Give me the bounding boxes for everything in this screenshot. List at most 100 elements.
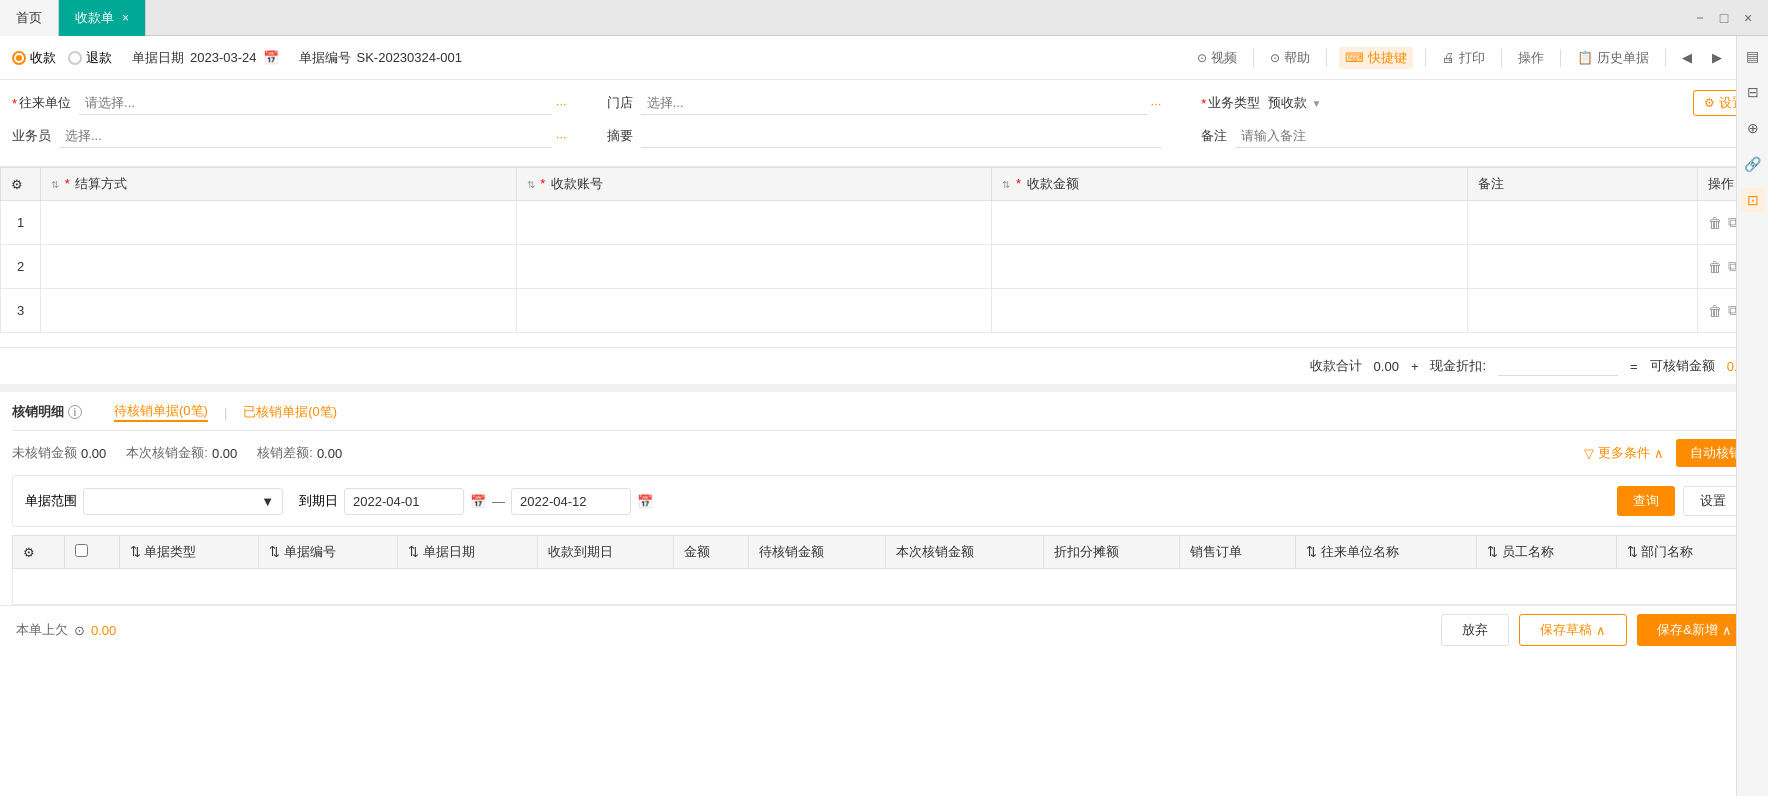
col-settlement-header: ⇅ * 结算方式 [41, 168, 517, 201]
help-btn[interactable]: ⊙ 帮助 [1266, 47, 1314, 69]
row-account-2[interactable] [516, 245, 992, 289]
row-amount-1[interactable] [992, 201, 1468, 245]
video-btn[interactable]: ⊙ 视频 [1193, 47, 1241, 69]
col-number-header: ⇅ 单据编号 [258, 536, 397, 569]
col-date-label: 单据日期 [423, 544, 475, 559]
filter-actions: 查询 设置 [1617, 486, 1743, 516]
col-settings[interactable]: ⚙ [1, 168, 41, 201]
tab-done[interactable]: 已核销单据(0笔) [243, 403, 337, 421]
summary-input[interactable] [641, 124, 1162, 148]
settings-icon-bottom: ⚙ [23, 545, 35, 560]
date-group: 到期日 📅 — 📅 [299, 488, 653, 515]
draft-btn[interactable]: 保存草稿 ∧ [1519, 614, 1627, 646]
col-staff-label: 员工名称 [1502, 544, 1554, 559]
row-account-3[interactable] [516, 289, 992, 333]
uncancelled-value: 0.00 [81, 446, 106, 461]
help-label: 帮助 [1284, 49, 1310, 67]
discount-input[interactable] [1498, 356, 1618, 376]
summary-row: 收款合计 0.00 + 现金折扣: = 可核销金额 0.00 [0, 347, 1768, 384]
calendar-to-icon[interactable]: 📅 [637, 494, 653, 509]
nav-prev-btn[interactable]: ◀ [1678, 48, 1696, 67]
row-settlement-3[interactable] [41, 289, 517, 333]
col-current-header: 本次核销金额 [886, 536, 1043, 569]
radio-shoukuan-label: 收款 [30, 49, 56, 67]
delete-icon-3[interactable]: 🗑 [1708, 303, 1722, 319]
shortcut-icon: ⌨ [1345, 50, 1364, 65]
biztype-chevron: ▼ [1311, 98, 1321, 109]
sort-icon3: ⇅ [1002, 179, 1010, 190]
store-input[interactable] [641, 91, 1147, 115]
shortcut-btn[interactable]: ⌨ 快捷键 [1339, 47, 1413, 69]
abandon-btn[interactable]: 放弃 [1441, 614, 1509, 646]
partner-input[interactable] [79, 91, 552, 115]
more-conditions-btn[interactable]: ▽ 更多条件 ∧ [1584, 444, 1664, 462]
biztype-select[interactable]: 预收款 ▼ [1268, 94, 1321, 112]
staff-more-icon[interactable]: ··· [556, 129, 567, 144]
col-action-label: 操作 [1708, 176, 1734, 191]
save-new-btn[interactable]: 保存&新增 ∧ [1637, 614, 1752, 646]
info-circle[interactable]: ⊙ [74, 623, 85, 638]
range-select[interactable]: ▼ [83, 488, 283, 515]
row-remark-3[interactable] [1468, 289, 1698, 333]
staff-input[interactable] [59, 124, 552, 148]
date-to-input[interactable] [511, 488, 631, 515]
query-btn[interactable]: 查询 [1617, 486, 1675, 516]
tab-pending[interactable]: 待核销单据(0笔) [114, 402, 208, 422]
divider6 [1665, 49, 1666, 67]
nav-next-btn[interactable]: ▶ [1708, 48, 1726, 67]
sidebar-icon-3[interactable]: ⊕ [1741, 116, 1765, 140]
partner-more-icon[interactable]: ··· [556, 96, 567, 111]
delete-icon-2[interactable]: 🗑 [1708, 259, 1722, 275]
history-btn[interactable]: 📋 历史单据 [1573, 47, 1653, 69]
close-button[interactable]: × [1740, 10, 1756, 26]
total-label: 收款合计 [1310, 357, 1362, 375]
remark-group: 备注 [1201, 124, 1756, 148]
calendar-icon[interactable]: 📅 [263, 50, 279, 65]
col-checkbox-header[interactable] [65, 536, 119, 569]
row-remark-2[interactable] [1468, 245, 1698, 289]
radio-tuikuan-dot [68, 51, 82, 65]
footer-value: 0.00 [91, 623, 116, 638]
summary-label: 摘要 [607, 127, 633, 145]
col-settings-bottom[interactable]: ⚙ [13, 536, 65, 569]
row-settlement-1[interactable] [41, 201, 517, 245]
range-label: 单据范围 [25, 492, 77, 510]
stat-current: 本次核销金额: 0.00 [126, 444, 237, 462]
date-from-input[interactable] [344, 488, 464, 515]
table-container: ⚙ ⇅ * 结算方式 ⇅ * 收款账号 ⇅ * 收款 [0, 167, 1768, 347]
row-settlement-2[interactable] [41, 245, 517, 289]
col-due-header: 收款到期日 [537, 536, 674, 569]
minimize-button[interactable]: － [1692, 10, 1708, 26]
delete-icon-1[interactable]: 🗑 [1708, 215, 1722, 231]
right-sidebar: ▤ ⊟ ⊕ 🔗 ⊡ [1736, 36, 1768, 796]
tab-shoukuan[interactable]: 收款单 × [59, 0, 146, 36]
col-amount-header-bt: 金额 [674, 536, 749, 569]
tab-bar: 首页 收款单 × － □ × [0, 0, 1768, 36]
row-amount-2[interactable] [992, 245, 1468, 289]
row-remark-1[interactable] [1468, 201, 1698, 245]
footer: 本单上欠 ⊙ 0.00 放弃 保存草稿 ∧ 保存&新增 ∧ [0, 605, 1768, 654]
operate-btn[interactable]: 操作 [1514, 47, 1548, 69]
bottom-table-header: ⚙ ⇅ 单据类型 ⇅ 单据编号 [13, 536, 1756, 569]
tab-close-icon[interactable]: × [122, 11, 129, 25]
store-more-icon[interactable]: ··· [1151, 96, 1162, 111]
sidebar-icon-4[interactable]: 🔗 [1741, 152, 1765, 176]
biztype-value: 预收款 [1268, 94, 1307, 112]
radio-tuikuan[interactable]: 退款 [68, 49, 112, 67]
row-account-1[interactable] [516, 201, 992, 245]
filter-settings-btn[interactable]: 设置 [1683, 486, 1743, 516]
radio-shoukuan[interactable]: 收款 [12, 49, 56, 67]
select-all-checkbox[interactable] [75, 544, 88, 557]
remark-input[interactable] [1235, 124, 1756, 148]
sidebar-icon-5[interactable]: ⊡ [1741, 188, 1765, 212]
sidebar-icon-1[interactable]: ▤ [1741, 44, 1765, 68]
info-icon[interactable]: i [68, 405, 82, 419]
sidebar-icon-2[interactable]: ⊟ [1741, 80, 1765, 104]
divider4 [1501, 49, 1502, 67]
tab-home[interactable]: 首页 [0, 0, 59, 36]
print-btn[interactable]: 🖨 打印 [1438, 47, 1489, 69]
current-label: 本次核销金额: [126, 444, 208, 462]
calendar-from-icon[interactable]: 📅 [470, 494, 486, 509]
row-amount-3[interactable] [992, 289, 1468, 333]
maximize-button[interactable]: □ [1716, 10, 1732, 26]
